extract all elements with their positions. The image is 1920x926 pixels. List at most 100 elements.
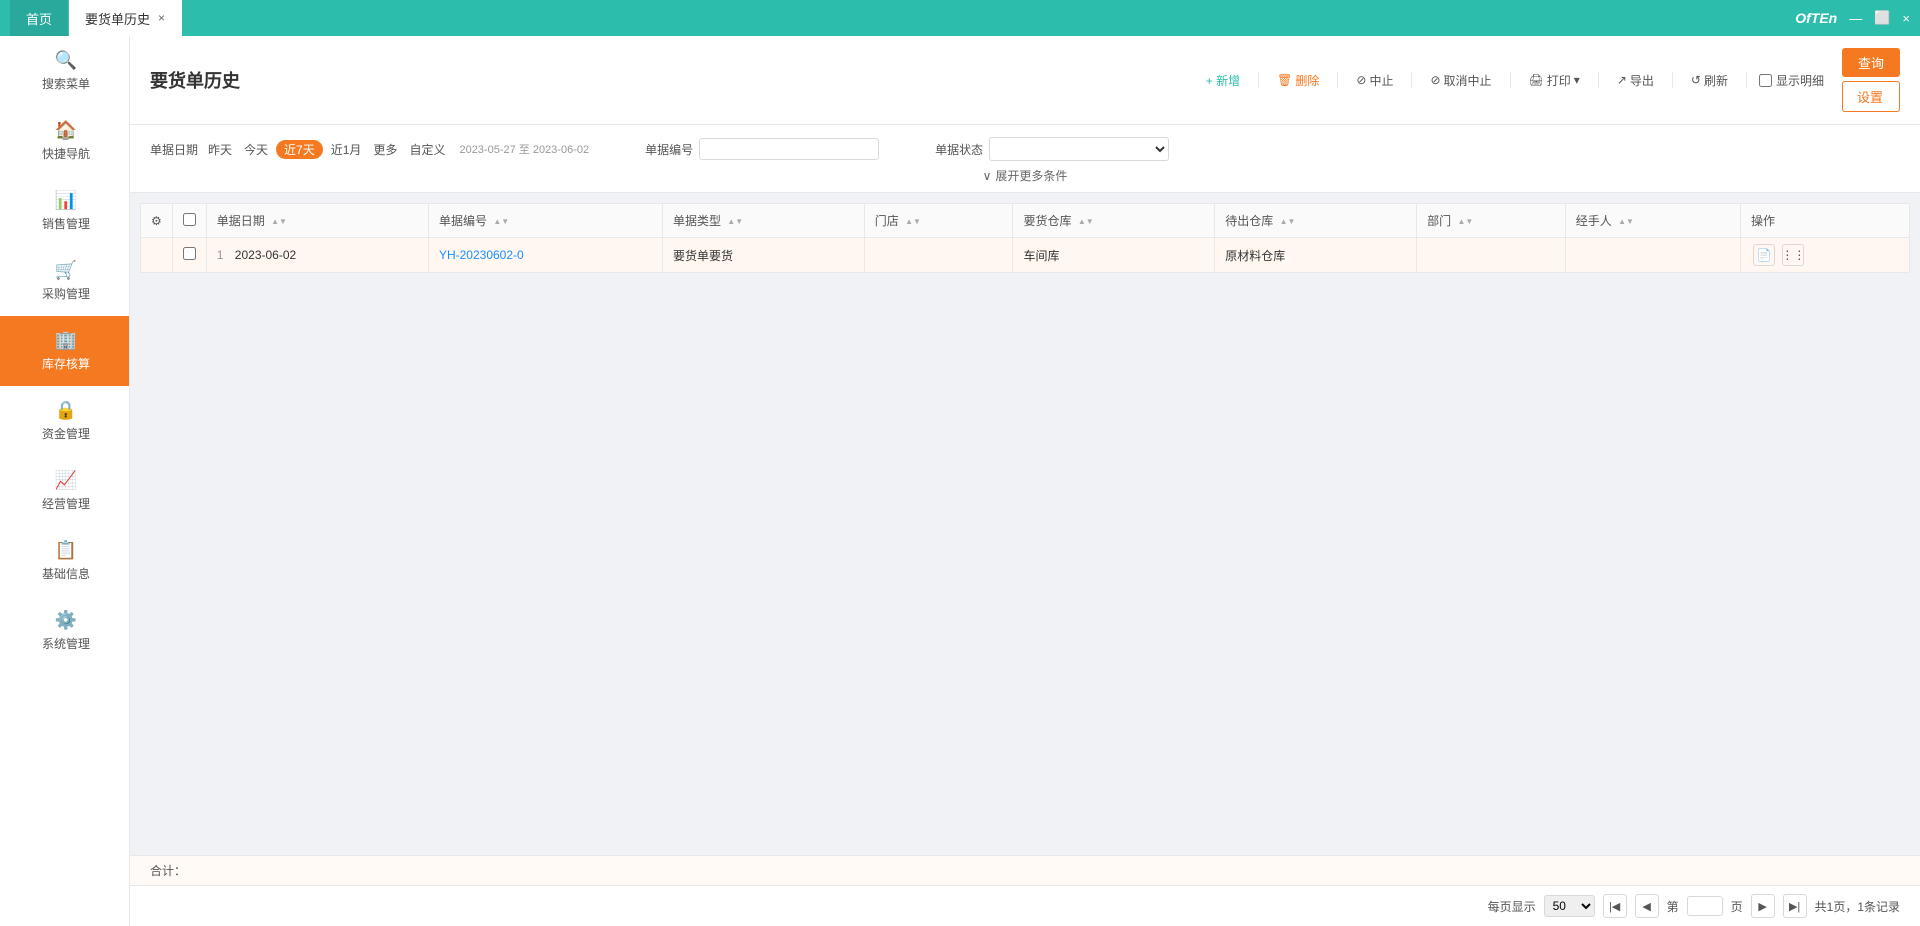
total-info: 共1页，1条记录 [1815, 898, 1900, 915]
filter-row: 单据日期 昨天 今天 近7天 近1月 更多 自定义 2023-05-27 至 2… [150, 137, 1900, 161]
data-table: ⚙ 单据日期 ▲▼ 单据编号 ▲▼ 单据类型 [140, 203, 1910, 273]
close-btn[interactable]: × [1902, 11, 1910, 26]
page-title: 要货单历史 [150, 67, 240, 93]
sidebar-item-basic[interactable]: 📋 基础信息 [0, 526, 129, 596]
td-handler [1565, 238, 1740, 273]
purchase-icon: 🛒 [55, 260, 77, 281]
sort-doc-date-icon: ▲▼ [271, 217, 287, 226]
sidebar-item-finance[interactable]: 🔒 资金管理 [0, 386, 129, 456]
page-label-prefix: 第 [1667, 898, 1679, 915]
th-store[interactable]: 门店 ▲▼ [864, 204, 1013, 238]
sidebar-label-inventory: 库存核算 [42, 355, 90, 372]
th-operation: 操作 [1741, 204, 1910, 238]
op-edit-btn[interactable]: ⋮⋮ [1782, 244, 1804, 266]
op-view-btn[interactable]: 📄 [1753, 244, 1775, 266]
export-icon: ↗ [1617, 73, 1627, 87]
shortcut-more[interactable]: 更多 [369, 140, 401, 159]
sidebar-label-search-menu: 搜索菜单 [42, 75, 90, 92]
show-detail-checkbox[interactable] [1759, 74, 1772, 87]
td-req-warehouse: 车间库 [1013, 238, 1215, 273]
query-settings-group: 查询 设置 [1842, 48, 1900, 112]
doc-status-select[interactable] [989, 137, 1169, 161]
expand-more-btn[interactable]: ∨ 展开更多条件 [150, 167, 1900, 184]
query-button[interactable]: 查询 [1842, 48, 1900, 77]
tab-bar: 首页 要货单历史 × [10, 0, 182, 36]
th-dept[interactable]: 部门 ▲▼ [1417, 204, 1566, 238]
sidebar-item-sales[interactable]: 📊 销售管理 [0, 176, 129, 246]
divider-2 [1337, 72, 1338, 88]
cancel-stop-button[interactable]: ⊘ 取消中止 [1424, 68, 1497, 93]
shortcut-7days[interactable]: 近7天 [276, 140, 323, 159]
minimize-btn[interactable]: — [1849, 11, 1862, 26]
shortcut-custom[interactable]: 自定义 [405, 140, 449, 159]
divider-6 [1672, 72, 1673, 88]
sidebar: 🔍 搜索菜单 🏠 快捷导航 📊 销售管理 🛒 采购管理 🏢 库存核算 🔒 资金管… [0, 36, 130, 926]
divider-1 [1258, 72, 1259, 88]
sidebar-item-system[interactable]: ⚙️ 系统管理 [0, 596, 129, 666]
shortcut-yesterday[interactable]: 昨天 [204, 140, 236, 159]
td-checkbox [172, 238, 206, 273]
sort-req-warehouse-icon: ▲▼ [1078, 217, 1094, 226]
th-settings[interactable]: ⚙ [141, 204, 173, 238]
page-size-select[interactable]: 50 100 [1544, 895, 1595, 917]
sidebar-item-inventory[interactable]: 🏢 库存核算 [0, 316, 129, 386]
prev-page-btn[interactable]: ◀ [1635, 894, 1659, 918]
tab-doc-history[interactable]: 要货单历史 × [69, 0, 182, 36]
sort-handler-icon: ▲▼ [1618, 217, 1634, 226]
row-num: 1 [217, 248, 224, 262]
sidebar-item-operation[interactable]: 📈 经营管理 [0, 456, 129, 526]
doc-date-label: 单据日期 [150, 141, 198, 158]
brand-label: OfTEn [1795, 10, 1837, 26]
row-checkbox[interactable] [183, 247, 196, 260]
th-handler[interactable]: 经手人 ▲▼ [1565, 204, 1740, 238]
settings-button[interactable]: 设置 [1842, 81, 1900, 112]
doc-status-label: 单据状态 [935, 141, 983, 158]
refresh-button[interactable]: ↺ 刷新 [1685, 68, 1734, 93]
table-container: ⚙ 单据日期 ▲▼ 单据编号 ▲▼ 单据类型 [130, 193, 1920, 855]
shortcut-1month[interactable]: 近1月 [327, 140, 366, 159]
tab-close-icon[interactable]: × [158, 11, 165, 25]
th-out-warehouse[interactable]: 待出仓库 ▲▼ [1215, 204, 1417, 238]
delete-icon: 🗑 [1277, 73, 1292, 87]
sidebar-item-quick-nav[interactable]: 🏠 快捷导航 [0, 106, 129, 176]
first-page-btn[interactable]: |◀ [1603, 894, 1627, 918]
doc-date-filter: 单据日期 昨天 今天 近7天 近1月 更多 自定义 2023-05-27 至 2… [150, 140, 589, 159]
sidebar-label-operation: 经营管理 [42, 495, 90, 512]
top-bar: 首页 要货单历史 × OfTEn — ⬜ × [0, 0, 1920, 36]
doc-no-link[interactable]: YH-20230602-0 [439, 248, 524, 262]
sales-icon: 📊 [55, 190, 77, 211]
window-controls: OfTEn — ⬜ × [1795, 10, 1910, 26]
last-page-btn[interactable]: ▶| [1783, 894, 1807, 918]
th-checkbox [172, 204, 206, 238]
doc-status-filter: 单据状态 [935, 137, 1169, 161]
sidebar-label-basic: 基础信息 [42, 565, 90, 582]
sort-store-icon: ▲▼ [905, 217, 921, 226]
stop-icon: ⊘ [1356, 73, 1366, 87]
page-actions: + 新增 🗑 删除 ⊘ 中止 ⊘ 取消中止 🖨 [1200, 48, 1900, 112]
date-shortcuts: 昨天 今天 近7天 近1月 更多 自定义 [204, 140, 449, 159]
sidebar-label-system: 系统管理 [42, 635, 90, 652]
td-doc-type: 要货单要货 [662, 238, 864, 273]
operation-icon: 📈 [55, 470, 77, 491]
print-button[interactable]: 🖨 打印 ▾ [1523, 68, 1586, 93]
th-doc-type[interactable]: 单据类型 ▲▼ [662, 204, 864, 238]
show-detail-label: 显示明细 [1759, 72, 1824, 89]
new-button[interactable]: + 新增 [1200, 68, 1246, 93]
th-doc-no[interactable]: 单据编号 ▲▼ [428, 204, 662, 238]
export-button[interactable]: ↗ 导出 [1611, 68, 1660, 93]
sidebar-label-sales: 销售管理 [42, 215, 90, 232]
th-req-warehouse[interactable]: 要货仓库 ▲▼ [1013, 204, 1215, 238]
page-input[interactable]: 1 [1687, 896, 1723, 916]
stop-button[interactable]: ⊘ 中止 [1350, 68, 1399, 93]
select-all-checkbox[interactable] [183, 213, 196, 226]
sidebar-item-search-menu[interactable]: 🔍 搜索菜单 [0, 36, 129, 106]
delete-button[interactable]: 🗑 删除 [1271, 68, 1325, 93]
system-icon: ⚙️ [55, 610, 77, 631]
th-doc-date[interactable]: 单据日期 ▲▼ [206, 204, 428, 238]
shortcut-today[interactable]: 今天 [240, 140, 272, 159]
sidebar-item-purchase[interactable]: 🛒 采购管理 [0, 246, 129, 316]
next-page-btn[interactable]: ▶ [1751, 894, 1775, 918]
restore-btn[interactable]: ⬜ [1874, 10, 1890, 26]
doc-no-input[interactable] [699, 138, 879, 160]
tab-home[interactable]: 首页 [10, 0, 69, 36]
